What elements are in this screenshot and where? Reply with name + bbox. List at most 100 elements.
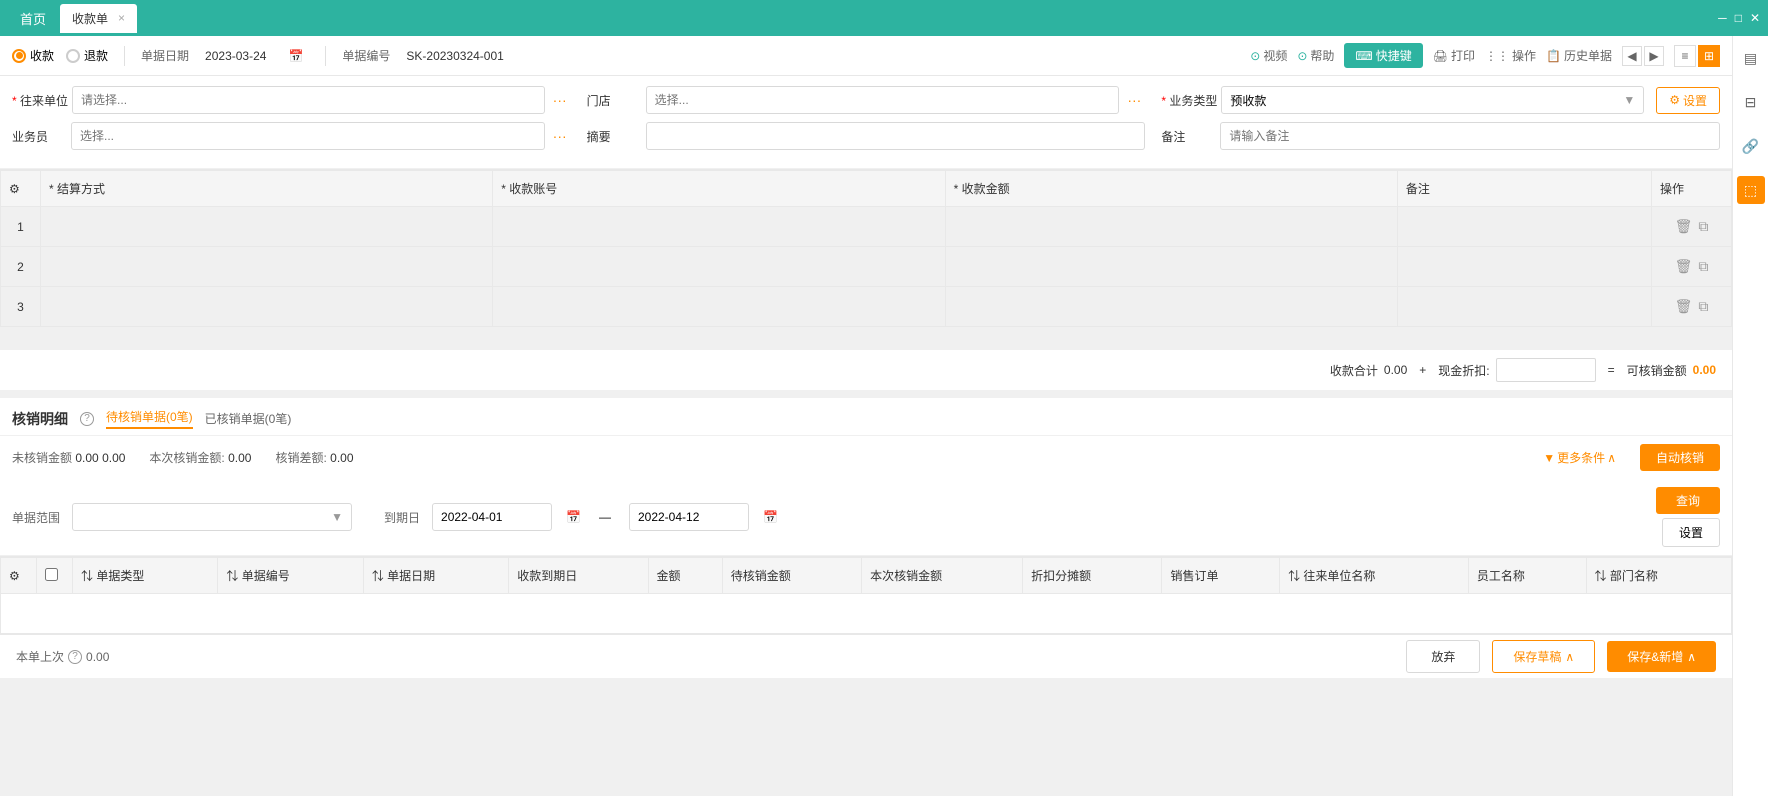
payment-method-3[interactable] <box>41 287 493 327</box>
date-end-icon[interactable]: 📅 <box>763 510 778 524</box>
amount-3[interactable] <box>945 287 1397 327</box>
settings-col-header[interactable]: ⚙ <box>1 171 41 207</box>
window-minimize[interactable]: ─ <box>1718 11 1727 25</box>
grid-view-btn[interactable]: ⊞ <box>1698 45 1720 67</box>
top-navigation: 首页 收款单 × ─ □ ✕ <box>0 0 1768 36</box>
table-row: 2 🗑 ⧉ <box>1 247 1732 287</box>
date-start-icon[interactable]: 📅 <box>566 510 581 524</box>
copy-icon-2[interactable]: ⧉ <box>1698 258 1708 275</box>
copy-icon-1[interactable]: ⧉ <box>1698 218 1708 235</box>
discount-input[interactable] <box>1496 358 1596 382</box>
history-action[interactable]: 📋 历史单据 <box>1546 47 1612 64</box>
abandon-btn[interactable]: 放弃 <box>1406 640 1480 673</box>
salesperson-input[interactable] <box>71 122 545 150</box>
summary-row: 收款合计 0.00 + 现金折扣: = 可核销金额 0.00 <box>0 349 1732 390</box>
amount-1[interactable] <box>945 207 1397 247</box>
done-tab[interactable]: 已核销单据(0笔) <box>205 410 292 427</box>
list-view-btn[interactable]: ≡ <box>1674 45 1696 67</box>
payment-method-header: * 结算方式 <box>41 171 493 207</box>
view-toggle: ≡ ⊞ <box>1674 45 1720 67</box>
date-label: 单据日期 <box>141 47 189 64</box>
ops-action[interactable]: ⋮⋮ 操作 <box>1485 47 1536 64</box>
refund-radio-dot <box>66 49 80 63</box>
salesperson-more-icon[interactable]: ··· <box>549 128 571 144</box>
nav-next-btn[interactable]: ▶ <box>1644 46 1664 66</box>
prev-label: 本单上次 <box>16 648 64 665</box>
window-maximize[interactable]: □ <box>1735 11 1742 25</box>
verification-info-icon[interactable]: ? <box>80 412 94 426</box>
available-summary: 可核销金额 0.00 <box>1627 362 1716 379</box>
refund-label: 退款 <box>84 47 108 64</box>
print-label: 打印 <box>1451 47 1475 64</box>
print-action[interactable]: 🖨 打印 <box>1433 47 1475 64</box>
verification-header: 核销明细 ? 待核销单据(0笔) 已核销单据(0笔) <box>0 398 1732 436</box>
video-action[interactable]: ⊙ 视频 <box>1250 47 1287 64</box>
counterparty-more-icon[interactable]: ··· <box>549 92 571 108</box>
counterparty-label: 往来单位 <box>12 92 68 109</box>
auto-verify-btn[interactable]: 自动核销 <box>1640 444 1720 471</box>
number-value: SK-20230324-001 <box>406 49 503 63</box>
home-tab[interactable]: 首页 <box>8 3 58 34</box>
delete-icon-3[interactable]: 🗑 <box>1675 298 1693 315</box>
counterparty-input[interactable] <box>72 86 545 114</box>
pending-tab[interactable]: 待核销单据(0笔) <box>106 408 193 429</box>
business-type-field: 业务类型 预收款 ▼ ⚙ 设置 <box>1145 86 1720 114</box>
receipt-radio[interactable]: 收款 <box>12 47 54 64</box>
right-panel-icon-4[interactable]: ⬚ <box>1737 176 1765 204</box>
plus-sign: + <box>1419 363 1426 377</box>
account-1[interactable] <box>493 207 945 247</box>
detail-checkbox-col[interactable] <box>37 558 73 594</box>
refund-radio[interactable]: 退款 <box>66 47 108 64</box>
account-3[interactable] <box>493 287 945 327</box>
query-btn[interactable]: 查询 <box>1656 487 1720 514</box>
note-label: 备注 <box>1161 128 1216 145</box>
note-2[interactable] <box>1397 247 1651 287</box>
delete-icon-1[interactable]: 🗑 <box>1675 218 1693 235</box>
filter-range-dropdown[interactable]: ▼ <box>331 510 343 524</box>
counterparty-name-header: ⇅ 往来单位名称 <box>1280 558 1469 594</box>
right-panel-icon-3[interactable]: 🔗 <box>1737 132 1765 160</box>
note-input[interactable] <box>1220 122 1720 150</box>
payment-method-2[interactable] <box>41 247 493 287</box>
store-more-icon[interactable]: ··· <box>1123 92 1145 108</box>
summary-input[interactable] <box>646 122 1146 150</box>
select-all-checkbox[interactable] <box>45 568 58 581</box>
store-input[interactable] <box>646 86 1120 114</box>
detail-settings-btn[interactable]: 设置 <box>1662 518 1720 547</box>
shortcut-btn[interactable]: ⌨ 快捷键 <box>1344 43 1422 68</box>
detail-settings-col[interactable]: ⚙ <box>1 558 37 594</box>
detail-table-container: ⚙ ⇅ 单据类型 ⇅ <box>0 556 1732 634</box>
save-draft-btn[interactable]: 保存草稿 ∧ <box>1492 640 1595 673</box>
receipt-tab[interactable]: 收款单 × <box>60 4 137 33</box>
receipt-table-container: ⚙ * 结算方式 * 收款账号 * 收款金额 备注 操作 1 <box>0 169 1732 349</box>
available-value: 0.00 <box>1693 363 1716 377</box>
help-action[interactable]: ⊙ 帮助 <box>1297 47 1334 64</box>
amount-2[interactable] <box>945 247 1397 287</box>
note-3[interactable] <box>1397 287 1651 327</box>
window-close[interactable]: ✕ <box>1750 11 1760 25</box>
right-panel-icon-1[interactable]: ▤ <box>1737 44 1765 72</box>
delete-icon-2[interactable]: 🗑 <box>1675 258 1693 275</box>
more-conditions-btn[interactable]: ▼ 更多条件 ∧ <box>1543 449 1616 466</box>
account-2[interactable] <box>493 247 945 287</box>
copy-icon-3[interactable]: ⧉ <box>1698 298 1708 315</box>
date-picker-icon[interactable]: 📅 <box>282 47 309 65</box>
discount-label: 现金折扣: <box>1438 362 1489 379</box>
receipt-tab-close[interactable]: × <box>118 11 125 25</box>
filter-icon: ▼ <box>1543 451 1555 465</box>
save-new-btn[interactable]: 保存&新增 ∧ <box>1607 641 1716 672</box>
settings-label: 设置 <box>1683 92 1707 109</box>
business-type-dropdown[interactable]: ▼ <box>1623 93 1635 107</box>
right-panel-icon-2[interactable]: ⊟ <box>1737 88 1765 116</box>
prev-info-icon[interactable]: ? <box>68 650 82 664</box>
payment-method-1[interactable] <box>41 207 493 247</box>
filter-date-start[interactable] <box>432 503 552 531</box>
nav-prev-btn[interactable]: ◀ <box>1622 46 1642 66</box>
note-1[interactable] <box>1397 207 1651 247</box>
unchecked-stat: 未核销金额 0.00 0.00 <box>12 449 125 466</box>
filter-date-end[interactable] <box>629 503 749 531</box>
toolbar-actions: ⊙ 视频 ⊙ 帮助 ⌨ 快捷键 🖨 打印 <box>1250 43 1720 68</box>
amount-header: * 收款金额 <box>945 171 1397 207</box>
detail-gear-icon: ⚙ <box>9 569 20 583</box>
settings-btn[interactable]: ⚙ 设置 <box>1656 87 1720 114</box>
